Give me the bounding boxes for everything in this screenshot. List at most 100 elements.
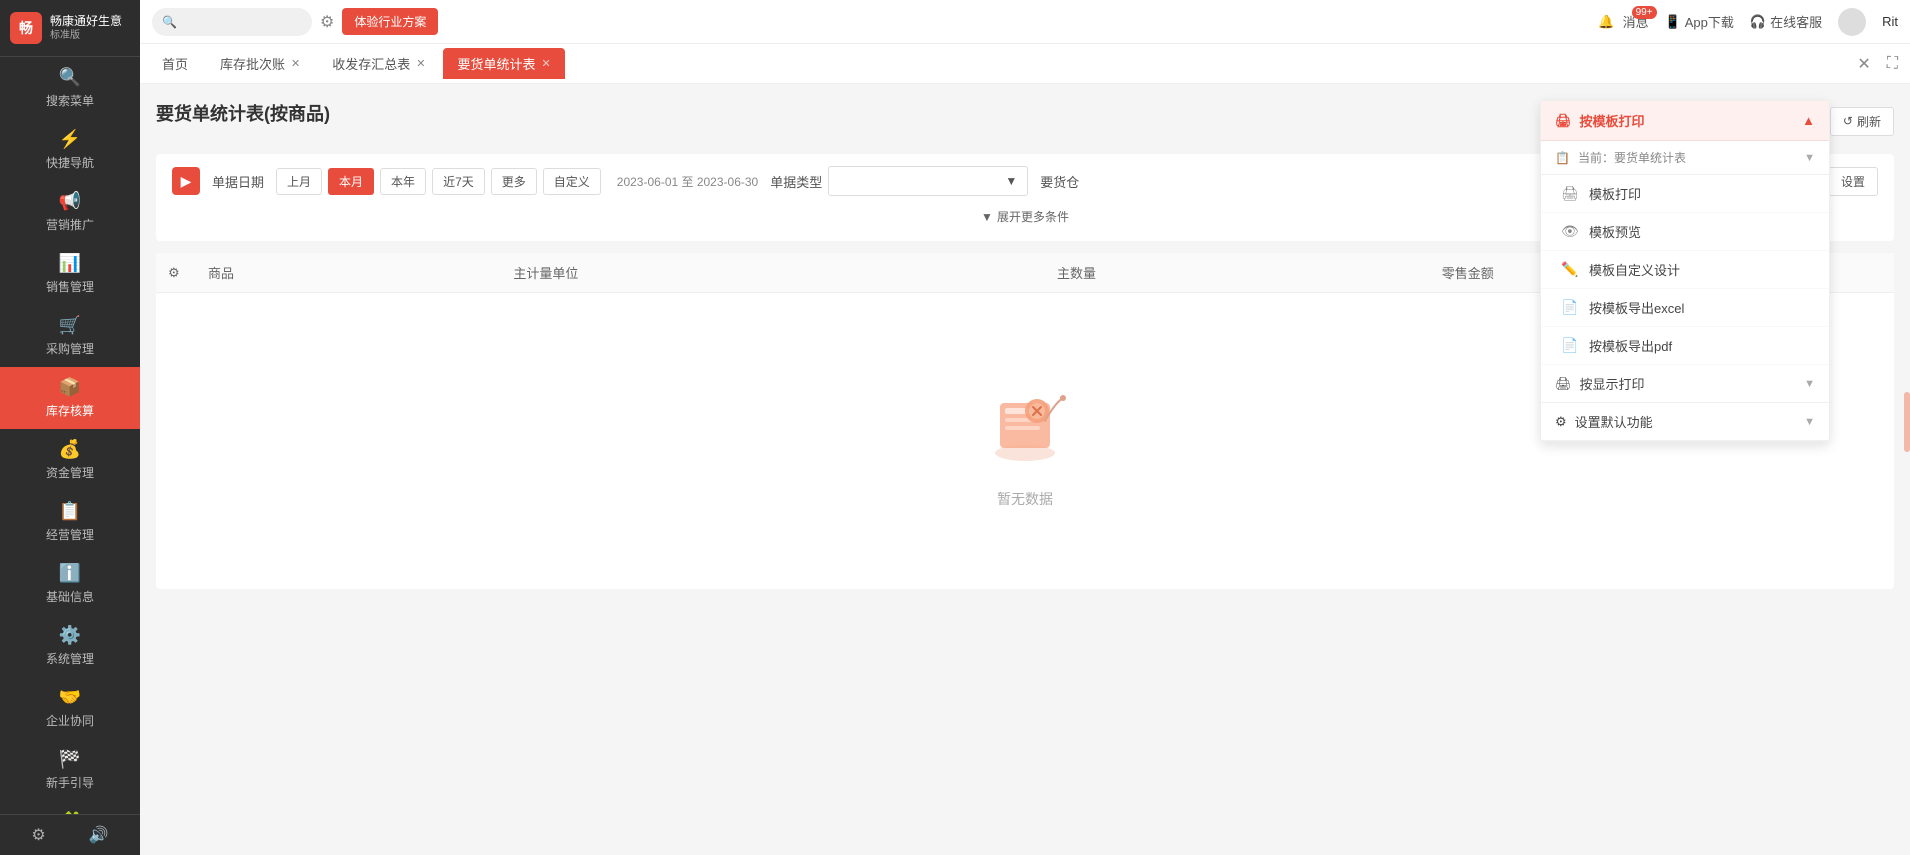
app-download-button[interactable]: 📱 App下载 (1665, 12, 1734, 31)
last-7days-btn[interactable]: 近7天 (432, 168, 485, 195)
dropdown-group-set-default[interactable]: ⚙ 设置默认功能 ▼ (1541, 403, 1829, 441)
tab-close-collect-summary[interactable]: ✕ (416, 57, 425, 70)
tab-close-window[interactable]: ✕ (1849, 54, 1878, 74)
tabs-bar: 首页 库存批次账 ✕ 收发存汇总表 ✕ 要货单统计表 ✕ ✕ ⛶ (140, 44, 1910, 84)
sidebar-footer: ⚙ 🔊 (0, 814, 140, 855)
sidebar-item-sales[interactable]: 📊 销售管理 (0, 243, 140, 305)
table-settings-button[interactable]: 设置 (1828, 167, 1878, 196)
last-month-btn[interactable]: 上月 (276, 168, 322, 195)
col-settings: ⚙ (156, 253, 196, 293)
marketing-icon: 📢 (59, 191, 81, 212)
audio-footer-icon[interactable]: 🔊 (89, 825, 109, 845)
scroll-handle[interactable] (1904, 392, 1910, 452)
sidebar-item-search[interactable]: 🔍 搜索菜单 (0, 57, 140, 119)
dropdown-item-template-preview[interactable]: 👁 模板预览 (1541, 213, 1829, 251)
sidebar-item-operation[interactable]: 📋 经营管理 (0, 491, 140, 553)
sidebar-item-guide[interactable]: 🏁 新手引导 (0, 739, 140, 801)
dropdown-item-template-excel[interactable]: 📄 按模板导出excel (1541, 289, 1829, 327)
expand-more-btn[interactable]: ▼ 展开更多条件 (969, 204, 1081, 229)
phone-icon: 📱 (1665, 14, 1681, 30)
top-header: 🔍 ⚙ 体验行业方案 🔔 99+ 消息 📱 App下载 🎧 在线客服 Rit (140, 0, 1910, 44)
current-template-item[interactable]: 📋 当前：要货单统计表 ▼ (1541, 141, 1829, 175)
dropdown-item-template-custom[interactable]: ✏️ 模板自定义设计 (1541, 251, 1829, 289)
dropdown-item-template-pdf[interactable]: 📄 按模板导出pdf (1541, 327, 1829, 365)
refresh-button[interactable]: ↺ 刷新 (1830, 107, 1894, 136)
empty-text: 暂无数据 (997, 489, 1053, 509)
dropdown-item-template-print[interactable]: 🖨 模板打印 (1541, 175, 1829, 213)
tab-expand-icon[interactable]: ⛶ (1883, 55, 1902, 73)
operation-icon: 📋 (59, 501, 81, 522)
date-filter-label: 单据日期 (212, 172, 264, 191)
sidebar-item-corp[interactable]: 🤝 企业协同 (0, 677, 140, 739)
username-label: Rit (1882, 14, 1898, 29)
settings-footer-icon[interactable]: ⚙ (31, 825, 45, 845)
purchase-icon: 🛒 (59, 315, 81, 336)
date-range-display: 2023-06-01 至 2023-06-30 (617, 173, 758, 190)
current-chevron-icon: ▼ (1804, 152, 1815, 164)
sidebar-item-system[interactable]: ⚙️ 系统管理 (0, 615, 140, 677)
current-icon: 📋 (1555, 151, 1570, 165)
warehouse-filter: 要货仓 (1040, 172, 1079, 191)
warehouse-label: 要货仓 (1040, 172, 1079, 191)
empty-illustration (975, 373, 1075, 473)
trial-industry-button[interactable]: 体验行业方案 (342, 8, 438, 35)
online-service-button[interactable]: 🎧 在线客服 (1750, 12, 1822, 31)
logo-text: 畅康通好生意 标准版 (50, 14, 122, 43)
this-month-btn[interactable]: 本月 (328, 168, 374, 195)
headset-icon: 🎧 (1750, 14, 1766, 30)
gear-icon[interactable]: ⚙ (168, 265, 180, 280)
sidebar-item-marketing[interactable]: 📢 营销推广 (0, 181, 140, 243)
set-default-chevron-icon: ▼ (1804, 416, 1815, 428)
template-custom-icon: ✏️ (1561, 261, 1579, 278)
tab-close-demand-stats[interactable]: ✕ (542, 57, 551, 70)
print-dropdown-menu: 🖨 按模板打印 ▲ 📋 当前：要货单统计表 ▼ 🖨 模板打印 👁 模板预览 ✏️… (1540, 100, 1830, 442)
global-search[interactable]: 🔍 (152, 8, 312, 36)
sidebar-item-apps[interactable]: 🧩 应用中心 (0, 801, 140, 814)
tab-demand-stats[interactable]: 要货单统计表 ✕ (443, 48, 564, 79)
dropdown-header: 🖨 按模板打印 ▲ (1541, 101, 1829, 141)
guide-icon: 🏁 (59, 749, 81, 770)
chevron-down-icon: ▼ (1005, 174, 1017, 188)
doc-type-select[interactable]: ▼ (828, 166, 1028, 196)
tab-inventory-batch[interactable]: 库存批次账 ✕ (206, 48, 314, 79)
tab-close-inventory-batch[interactable]: ✕ (291, 57, 300, 70)
doc-type-label: 单据类型 (770, 172, 822, 191)
tab-home[interactable]: 首页 (148, 48, 202, 79)
template-preview-icon: 👁 (1561, 223, 1579, 240)
col-goods: 商品 (196, 253, 501, 293)
main-area: 🔍 ⚙ 体验行业方案 🔔 99+ 消息 📱 App下载 🎧 在线客服 Rit (140, 0, 1910, 855)
messages-button[interactable]: 🔔 99+ 消息 (1598, 12, 1648, 31)
inventory-icon: 📦 (59, 377, 81, 398)
this-year-btn[interactable]: 本年 (380, 168, 426, 195)
expand-chevron-icon: ▼ (981, 210, 993, 224)
date-buttons-group: 上月 本月 本年 近7天 更多 自定义 (276, 168, 601, 195)
tab-collect-summary[interactable]: 收发存汇总表 ✕ (318, 48, 439, 79)
sales-icon: 📊 (59, 253, 81, 274)
sidebar-item-basic[interactable]: ℹ️ 基础信息 (0, 553, 140, 615)
more-date-btn[interactable]: 更多 (491, 168, 537, 195)
print-dropdown-icon: 🖨 (1555, 113, 1572, 129)
quick-nav-icon: ⚡ (59, 129, 81, 150)
sidebar-nav: 🔍 搜索菜单 ⚡ 快捷导航 📢 营销推广 📊 销售管理 🛒 采购管理 📦 库存核… (0, 57, 140, 814)
sidebar-item-finance[interactable]: 💰 资金管理 (0, 429, 140, 491)
doc-type-filter: 单据类型 ▼ (770, 166, 1028, 196)
display-print-chevron-icon: ▼ (1804, 378, 1815, 390)
col-unit: 主计量单位 (501, 253, 1045, 293)
page-title: 要货单统计表(按商品) (156, 100, 330, 126)
chevron-up-dropdown-icon[interactable]: ▲ (1802, 113, 1815, 128)
header-settings-icon[interactable]: ⚙ (320, 12, 334, 32)
sidebar-item-inventory[interactable]: 📦 库存核算 (0, 367, 140, 429)
logo-icon: 畅 (10, 12, 42, 44)
sidebar-item-purchase[interactable]: 🛒 采购管理 (0, 305, 140, 367)
custom-date-btn[interactable]: 自定义 (543, 168, 601, 195)
search-menu-icon: 🔍 (59, 67, 81, 88)
template-print-icon: 🖨 (1561, 185, 1579, 202)
header-right: 🔔 99+ 消息 📱 App下载 🎧 在线客服 Rit (1598, 8, 1898, 36)
dropdown-group-display-print[interactable]: 🖨 按显示打印 ▼ (1541, 365, 1829, 403)
avatar[interactable] (1838, 8, 1866, 36)
display-print-icon: 🖨 (1555, 376, 1572, 392)
col-qty: 主数量 (1045, 253, 1430, 293)
corp-icon: 🤝 (59, 687, 81, 708)
sidebar-item-quick-nav[interactable]: ⚡ 快捷导航 (0, 119, 140, 181)
filter-toggle-button[interactable]: ▶ (172, 167, 200, 195)
